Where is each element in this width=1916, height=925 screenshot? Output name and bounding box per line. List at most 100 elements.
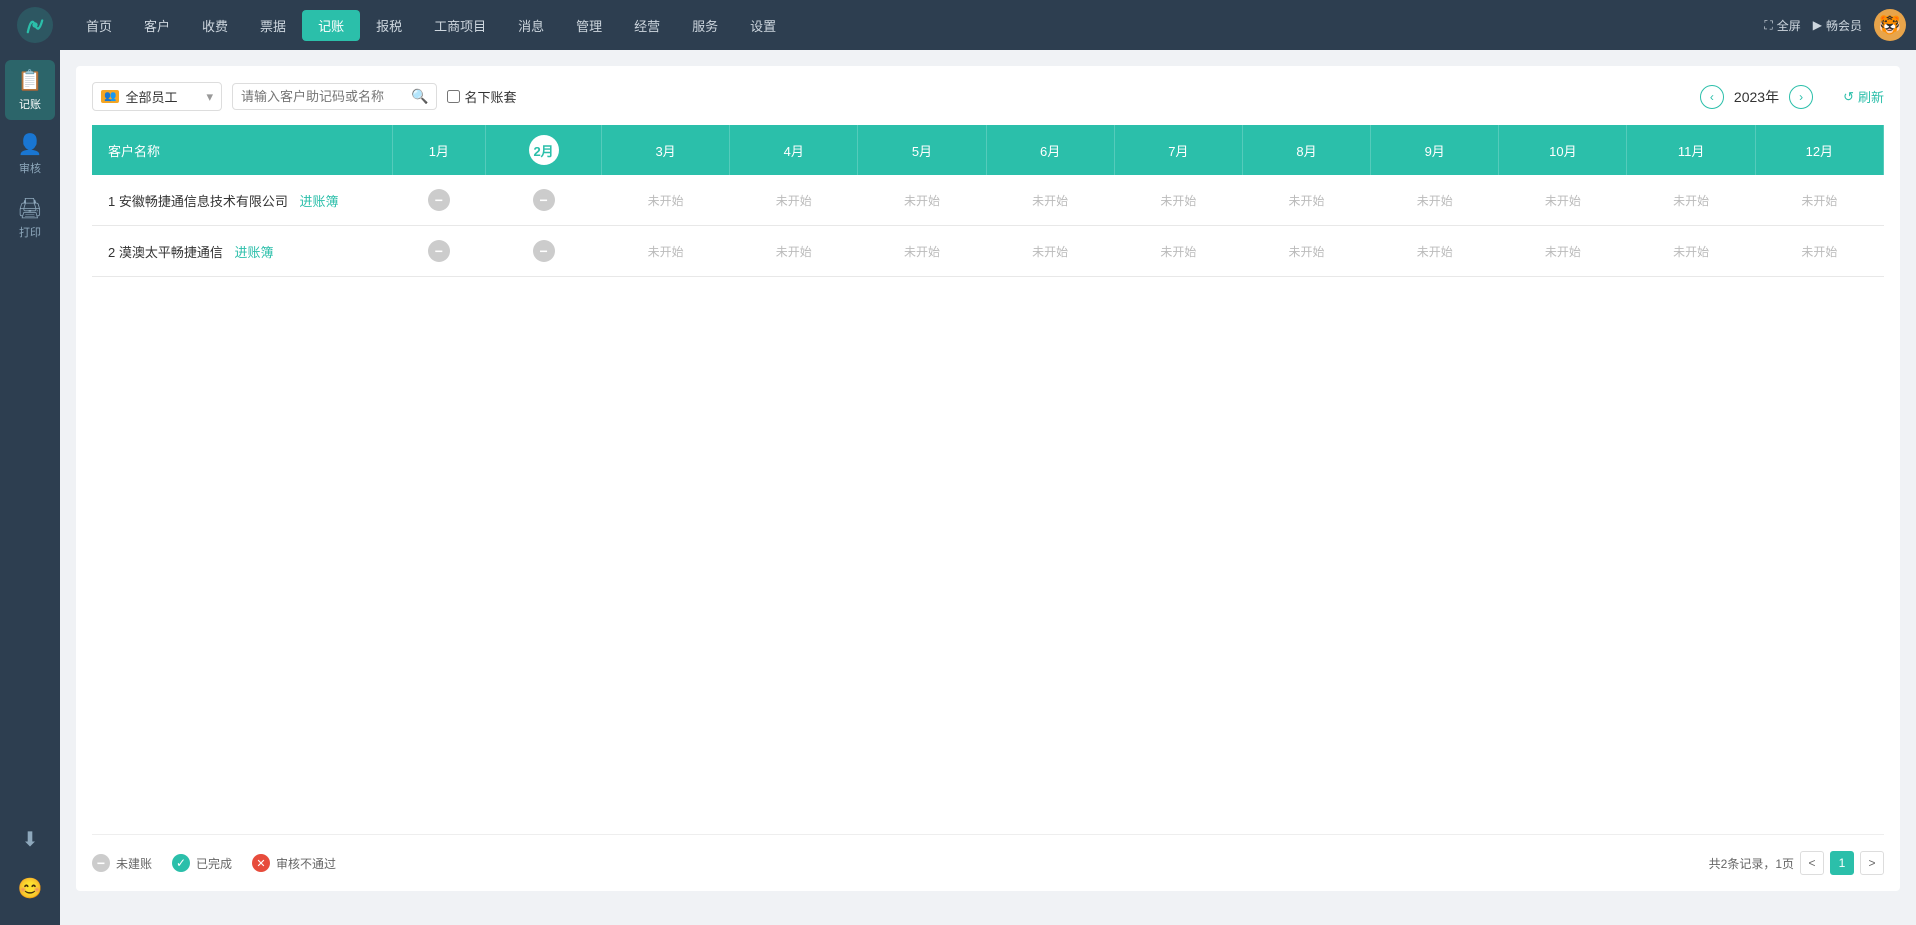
next-page-button[interactable]: > [1860, 851, 1884, 875]
col-month-12: 12月 [1755, 125, 1883, 175]
status-not-started: 未开始 [1545, 245, 1581, 259]
help-icon: 😊 [18, 876, 43, 901]
month-cell-10: 未开始 [1499, 226, 1627, 277]
status-not-started: 未开始 [1673, 194, 1709, 208]
prev-year-button[interactable]: ‹ [1700, 85, 1724, 109]
nav-tax[interactable]: 报税 [360, 10, 418, 41]
legend-dot-red: ✕ [252, 854, 270, 872]
month-cell-9: 未开始 [1371, 226, 1499, 277]
status-not-started: 未开始 [904, 194, 940, 208]
status-not-started: 未开始 [648, 245, 684, 259]
sidebar-bottom: ⬇ 😊 [5, 819, 55, 925]
refresh-button[interactable]: ↺ 刷新 [1843, 87, 1884, 106]
search-box: 🔍 [232, 83, 437, 110]
sidebar-item-print[interactable]: 🖨 打印 [5, 188, 55, 248]
client-name: 漠澳太平畅捷通信 [119, 245, 223, 260]
top-nav: 首页 客户 收费 票据 记账 报税 工商项目 消息 管理 经营 服务 设置 ⛶ … [0, 0, 1916, 50]
search-button[interactable]: 🔍 [411, 88, 428, 105]
month-cell-3: 未开始 [601, 175, 729, 226]
sidebar-help[interactable]: 😊 [5, 868, 55, 909]
member-button[interactable]: ▶ 畅会员 [1813, 17, 1862, 34]
status-not-started: 未开始 [1160, 194, 1196, 208]
x-icon: ✕ [256, 857, 265, 870]
logo[interactable] [10, 7, 60, 43]
main-content: 👥 全部员工 ▾ 🔍 名下账套 ‹ 2023年 › ↺ 刷新 [60, 50, 1916, 925]
nav-settings[interactable]: 设置 [734, 10, 792, 41]
month-cell-2: − [486, 175, 602, 226]
enter-ledger-link[interactable]: 进账簿 [235, 245, 274, 260]
status-not-started: 未开始 [1032, 245, 1068, 259]
sidebar-download[interactable]: ⬇ [5, 819, 55, 860]
col-month-8: 8月 [1242, 125, 1370, 175]
current-page-button[interactable]: 1 [1830, 851, 1854, 875]
month-cell-8: 未开始 [1242, 175, 1370, 226]
chevron-down-icon: ▾ [206, 89, 213, 105]
pagination: 共2条记录，1页 < 1 > [1709, 851, 1884, 875]
status-not-started: 未开始 [1289, 245, 1325, 259]
month-cell-12: 未开始 [1755, 175, 1883, 226]
status-not-started: 未开始 [1032, 194, 1068, 208]
nav-operations[interactable]: 经营 [618, 10, 676, 41]
legend-dot-grey: − [92, 854, 110, 872]
month-cell-12: 未开始 [1755, 226, 1883, 277]
search-input[interactable] [241, 89, 411, 104]
nav-accounting[interactable]: 记账 [302, 10, 360, 41]
client-name: 安徽畅捷通信息技术有限公司 [119, 194, 288, 209]
prev-page-button[interactable]: < [1800, 851, 1824, 875]
month-cell-7: 未开始 [1114, 175, 1242, 226]
enter-ledger-link[interactable]: 进账簿 [300, 194, 339, 209]
current-month-circle: 2月 [529, 135, 559, 165]
month-cell-4: 未开始 [730, 175, 858, 226]
month-cell-10: 未开始 [1499, 175, 1627, 226]
avatar[interactable]: 🐯 [1874, 9, 1906, 41]
refresh-icon: ↺ [1843, 89, 1854, 105]
left-sidebar: 📋 记账 👤 审核 🖨 打印 ⬇ 😊 [0, 50, 60, 925]
col-month-7: 7月 [1114, 125, 1242, 175]
next-year-button[interactable]: › [1789, 85, 1813, 109]
my-accounts-checkbox[interactable] [447, 90, 460, 103]
nav-menu: 首页 客户 收费 票据 记账 报税 工商项目 消息 管理 经营 服务 设置 [70, 10, 1764, 41]
toolbar: 👥 全部员工 ▾ 🔍 名下账套 ‹ 2023年 › ↺ 刷新 [92, 82, 1884, 111]
col-month-9: 9月 [1371, 125, 1499, 175]
nav-home[interactable]: 首页 [70, 10, 128, 41]
month-cell-6: 未开始 [986, 175, 1114, 226]
month-cell-6: 未开始 [986, 226, 1114, 277]
legend-not-built: − 未建账 [92, 854, 152, 872]
month-cell-8: 未开始 [1242, 226, 1370, 277]
status-not-started: 未开始 [904, 245, 940, 259]
month-cell-1: − [392, 226, 486, 277]
month-cell-11: 未开始 [1627, 175, 1755, 226]
nav-client[interactable]: 客户 [128, 10, 186, 41]
nav-manage[interactable]: 管理 [560, 10, 618, 41]
sidebar-item-accounting[interactable]: 📋 记账 [5, 60, 55, 120]
employee-select[interactable]: 👥 全部员工 ▾ [92, 82, 222, 111]
sidebar-item-audit[interactable]: 👤 审核 [5, 124, 55, 184]
status-not-started: 未开始 [1801, 245, 1837, 259]
account-table: 客户名称 1月 2月 3月 4月 5月 6月 7月 8月 9月 10月 11月 [92, 125, 1884, 277]
nav-charge[interactable]: 收费 [186, 10, 244, 41]
nav-right: ⛶ 全屏 ▶ 畅会员 🐯 [1764, 9, 1906, 41]
status-dash: − [533, 240, 555, 262]
month-cell-2: − [486, 226, 602, 277]
col-month-6: 6月 [986, 125, 1114, 175]
nav-service[interactable]: 服务 [676, 10, 734, 41]
legend-completed: ✓ 已完成 [172, 854, 232, 872]
employee-icon: 👥 [101, 90, 119, 103]
legend-items: − 未建账 ✓ 已完成 ✕ 审核不通过 [92, 854, 336, 872]
status-not-started: 未开始 [1545, 194, 1581, 208]
month-cell-4: 未开始 [730, 226, 858, 277]
status-not-started: 未开始 [1417, 194, 1453, 208]
fullscreen-icon: ⛶ [1764, 18, 1772, 33]
table-row: 2 漠澳太平畅捷通信 进账簿−−未开始未开始未开始未开始未开始未开始未开始未开始… [92, 226, 1884, 277]
status-dash: − [428, 189, 450, 211]
download-icon: ⬇ [22, 827, 39, 852]
print-icon: 🖨 [17, 196, 42, 221]
accounting-icon: 📋 [18, 68, 43, 93]
nav-message[interactable]: 消息 [502, 10, 560, 41]
fullscreen-button[interactable]: ⛶ 全屏 [1764, 17, 1800, 34]
status-dash: − [533, 189, 555, 211]
my-accounts-checkbox-label[interactable]: 名下账套 [447, 87, 516, 106]
nav-invoice[interactable]: 票据 [244, 10, 302, 41]
legend-failed: ✕ 审核不通过 [252, 854, 336, 872]
nav-business[interactable]: 工商项目 [418, 10, 502, 41]
